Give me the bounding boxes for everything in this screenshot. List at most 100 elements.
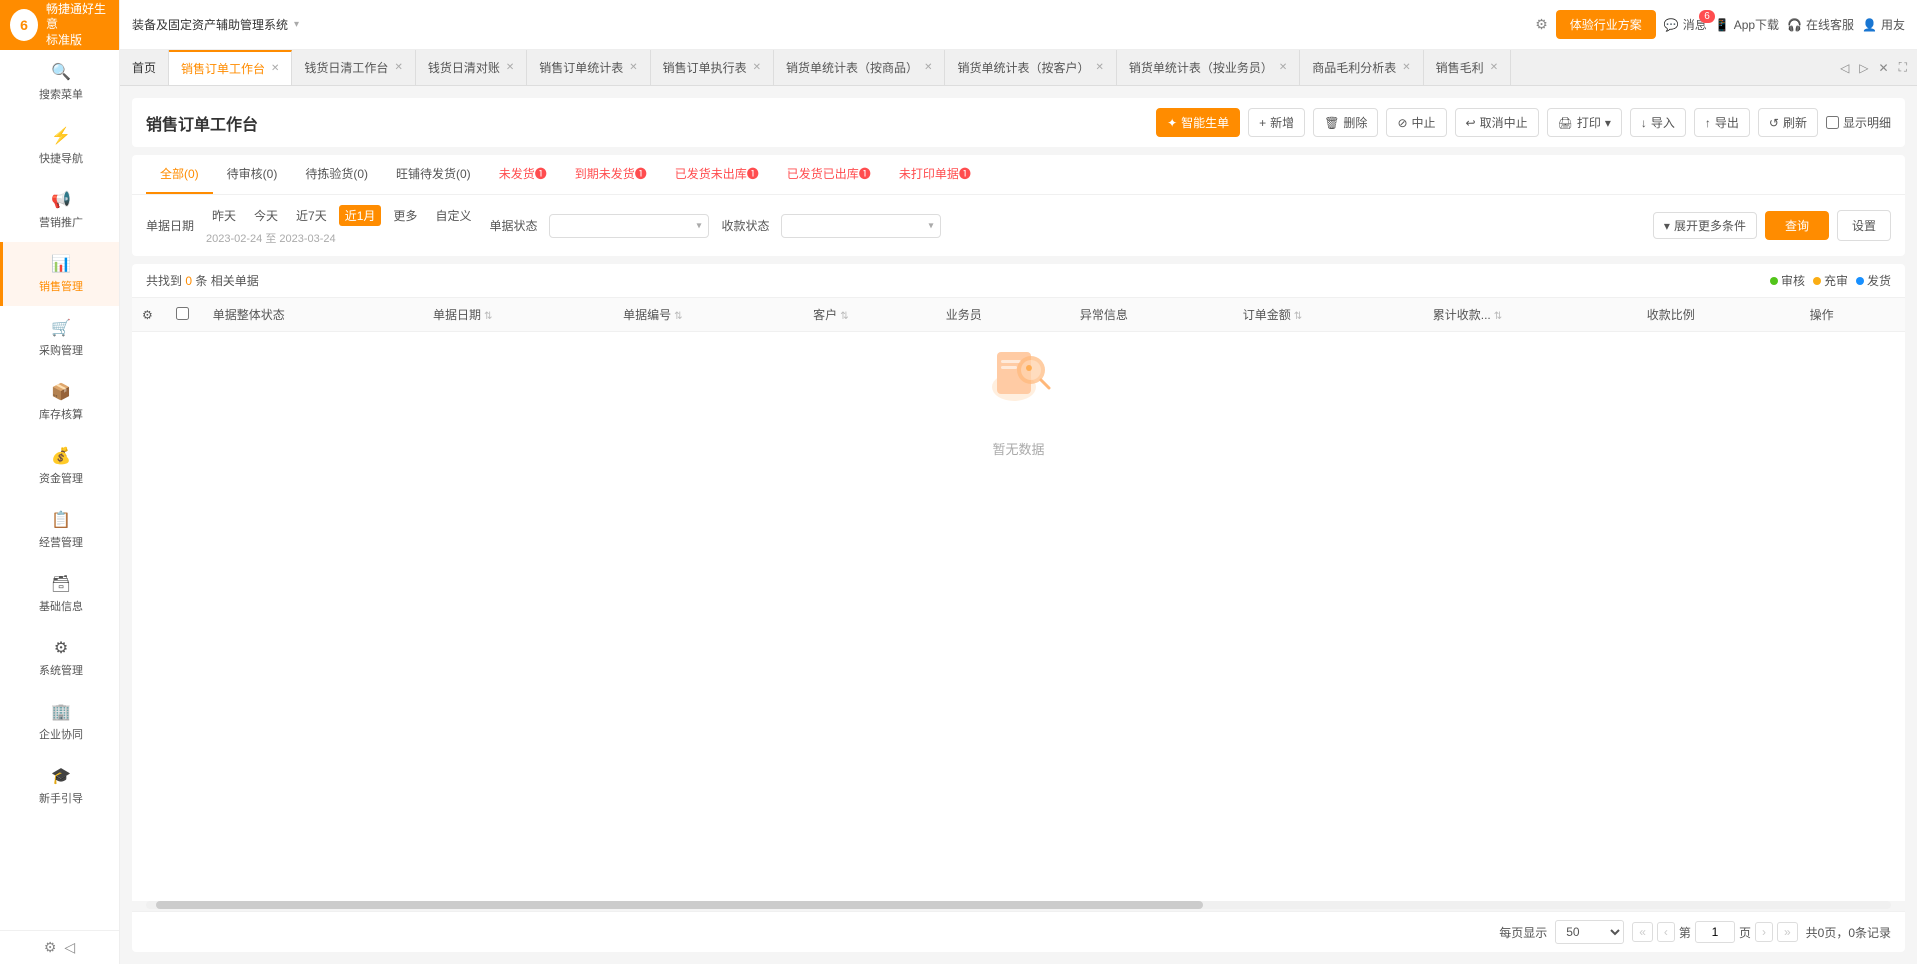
filter-tab-shipped-not-out[interactable]: 已发货未出库❶ <box>661 155 773 194</box>
payment-select[interactable] <box>781 214 941 238</box>
th-settings[interactable]: ⚙ <box>132 298 163 332</box>
sidebar-item-operations[interactable]: 📋 经营管理 <box>0 498 119 562</box>
date-opt-today[interactable]: 今天 <box>248 205 284 226</box>
filter-tab-overdue[interactable]: 到期未发货❶ <box>561 155 661 194</box>
online-service-button[interactable]: 🎧 在线客服 <box>1787 16 1854 33</box>
cart-icon: 🛒 <box>51 318 71 338</box>
total-info: 共0页，0条记录 <box>1806 924 1891 941</box>
th-collected[interactable]: 累计收款...⇅ <box>1423 298 1637 332</box>
page-input[interactable] <box>1695 921 1735 943</box>
import-button[interactable]: ↓ 导入 <box>1630 108 1686 137</box>
date-opt-last7[interactable]: 近7天 <box>290 205 333 226</box>
sidebar-item-system[interactable]: ⚙ 系统管理 <box>0 626 119 690</box>
tab-close-icon[interactable]: ✕ <box>1402 62 1410 73</box>
messages-button[interactable]: 💬 消息 6 <box>1664 16 1707 33</box>
batch-dispatch-button[interactable]: 发货 <box>1856 272 1891 289</box>
sidebar-item-sales[interactable]: 📊 销售管理 <box>0 242 119 306</box>
settings-bottom-icon[interactable]: ⚙ <box>44 939 57 956</box>
date-opt-last1m[interactable]: 近1月 <box>339 205 382 226</box>
show-detail-input[interactable] <box>1826 116 1839 129</box>
tab-fullscreen-button[interactable]: ⛶ <box>1895 58 1911 77</box>
filter-tab-pending-review[interactable]: 待审核(0) <box>213 155 292 194</box>
th-date[interactable]: 单据日期⇅ <box>423 298 613 332</box>
next-page-button[interactable]: › <box>1755 922 1773 942</box>
tab-cash-daily[interactable]: 钱货日清工作台 ✕ <box>292 50 415 86</box>
cancel-stop-button[interactable]: ↩ 取消中止 <box>1455 108 1539 137</box>
sidebar-item-finance[interactable]: 💰 资金管理 <box>0 434 119 498</box>
experience-button[interactable]: 体验行业方案 <box>1556 10 1656 39</box>
sidebar-item-guide[interactable]: 🎓 新手引导 <box>0 754 119 818</box>
tab-goods-stats-staff[interactable]: 销货单统计表（按业务员） ✕ <box>1117 50 1300 86</box>
batch-reverse-button[interactable]: 充审 <box>1813 272 1848 289</box>
tab-sales-exec[interactable]: 销售订单执行表 ✕ <box>651 50 774 86</box>
tab-close-all-button[interactable]: ✕ <box>1875 59 1893 77</box>
th-number[interactable]: 单据编号⇅ <box>613 298 803 332</box>
first-page-button[interactable]: « <box>1632 922 1653 942</box>
last-page-button[interactable]: » <box>1777 922 1798 942</box>
per-page-select[interactable]: 50 100 200 <box>1555 920 1624 944</box>
th-amount[interactable]: 订单金额⇅ <box>1233 298 1423 332</box>
sidebar-item-marketing[interactable]: 📢 营销推广 <box>0 178 119 242</box>
tab-close-icon[interactable]: ✕ <box>394 62 402 73</box>
sidebar-nav: 🔍 搜索菜单 ⚡ 快捷导航 📢 营销推广 📊 销售管理 🛒 采购管理 📦 库存核… <box>0 50 119 930</box>
tab-sales-workbench[interactable]: 销售订单工作台 ✕ <box>169 50 292 86</box>
tab-close-icon[interactable]: ✕ <box>924 62 932 73</box>
th-checkbox[interactable] <box>163 298 203 332</box>
th-customer[interactable]: 客户⇅ <box>803 298 936 332</box>
add-button[interactable]: + 新增 <box>1248 108 1305 137</box>
sidebar-item-basic-info[interactable]: 🗃 基础信息 <box>0 562 119 626</box>
export-button[interactable]: ↑ 导出 <box>1694 108 1750 137</box>
tab-goods-stats-product[interactable]: 销货单统计表（按商品） ✕ <box>774 50 945 86</box>
tab-close-icon[interactable]: ✕ <box>629 62 637 73</box>
show-detail-checkbox[interactable]: 显示明细 <box>1826 114 1891 131</box>
print-button[interactable]: 🖨 打印 ▾ <box>1547 108 1622 137</box>
header-gear-icon[interactable]: ⚙ <box>1535 16 1548 33</box>
user-menu-button[interactable]: 👤 用友 <box>1862 16 1905 33</box>
tab-close-icon[interactable]: ✕ <box>1095 62 1103 73</box>
tab-close-icon[interactable]: ✕ <box>753 62 761 73</box>
date-opt-custom[interactable]: 自定义 <box>429 205 477 226</box>
tab-goods-stats-customer[interactable]: 销货单统计表（按客户） ✕ <box>945 50 1116 86</box>
select-all-checkbox[interactable] <box>176 307 189 320</box>
tab-close-icon[interactable]: ✕ <box>506 62 514 73</box>
expand-conditions-button[interactable]: ▾ 展开更多条件 <box>1653 212 1757 239</box>
dispatch-dot <box>1856 277 1864 285</box>
sidebar-item-search[interactable]: 🔍 搜索菜单 <box>0 50 119 114</box>
filter-settings-button[interactable]: 设置 <box>1837 210 1891 241</box>
collapse-icon[interactable]: ◁ <box>64 939 75 956</box>
tab-sales-stats[interactable]: 销售订单统计表 ✕ <box>527 50 650 86</box>
sidebar-item-purchase[interactable]: 🛒 采购管理 <box>0 306 119 370</box>
tab-sales-profit[interactable]: 销售毛利 ✕ <box>1424 50 1511 86</box>
date-opt-more[interactable]: 更多 <box>387 205 423 226</box>
scrollbar-thumb[interactable] <box>156 901 1203 909</box>
refresh-button[interactable]: ↺ 刷新 <box>1758 108 1818 137</box>
tab-next-button[interactable]: ▷ <box>1855 59 1872 77</box>
status-select[interactable] <box>549 214 709 238</box>
filter-tab-not-shipped[interactable]: 未发货❶ <box>485 155 561 194</box>
date-opt-yesterday[interactable]: 昨天 <box>206 205 242 226</box>
query-button[interactable]: 查询 <box>1765 211 1829 240</box>
page-header: 销售订单工作台 ✦ 智能生单 + 新增 🗑 删除 ⊘ 中止 <box>132 98 1905 147</box>
tab-home[interactable]: 首页 <box>120 50 169 86</box>
tab-gross-profit[interactable]: 商品毛利分析表 ✕ <box>1300 50 1423 86</box>
sidebar-item-quick-nav[interactable]: ⚡ 快捷导航 <box>0 114 119 178</box>
filter-tab-pending-inspect[interactable]: 待拣验货(0) <box>291 155 382 194</box>
delete-button[interactable]: 🗑 删除 <box>1313 108 1378 137</box>
sidebar-item-inventory[interactable]: 📦 库存核算 <box>0 370 119 434</box>
app-download-button[interactable]: 📱 App下载 <box>1715 16 1779 33</box>
sidebar-item-enterprise[interactable]: 🏢 企业协同 <box>0 690 119 754</box>
tab-close-icon[interactable]: ✕ <box>271 63 279 74</box>
batch-approve-button[interactable]: 审核 <box>1770 272 1805 289</box>
tab-prev-button[interactable]: ◁ <box>1836 59 1853 77</box>
stop-button[interactable]: ⊘ 中止 <box>1386 108 1446 137</box>
tab-close-icon[interactable]: ✕ <box>1490 62 1498 73</box>
filter-tab-not-printed[interactable]: 未打印单据❶ <box>885 155 985 194</box>
filter-tab-shipped-out[interactable]: 已发货已出库❶ <box>773 155 885 194</box>
filter-tab-wangpu[interactable]: 旺铺待发货(0) <box>382 155 485 194</box>
tab-close-icon[interactable]: ✕ <box>1279 62 1287 73</box>
chevron-down-icon[interactable]: ▾ <box>294 19 299 30</box>
prev-page-button[interactable]: ‹ <box>1657 922 1675 942</box>
filter-tab-all[interactable]: 全部(0) <box>146 155 213 194</box>
ai-generate-button[interactable]: ✦ 智能生单 <box>1156 108 1240 137</box>
tab-cash-reconcile[interactable]: 钱货日清对账 ✕ <box>416 50 527 86</box>
